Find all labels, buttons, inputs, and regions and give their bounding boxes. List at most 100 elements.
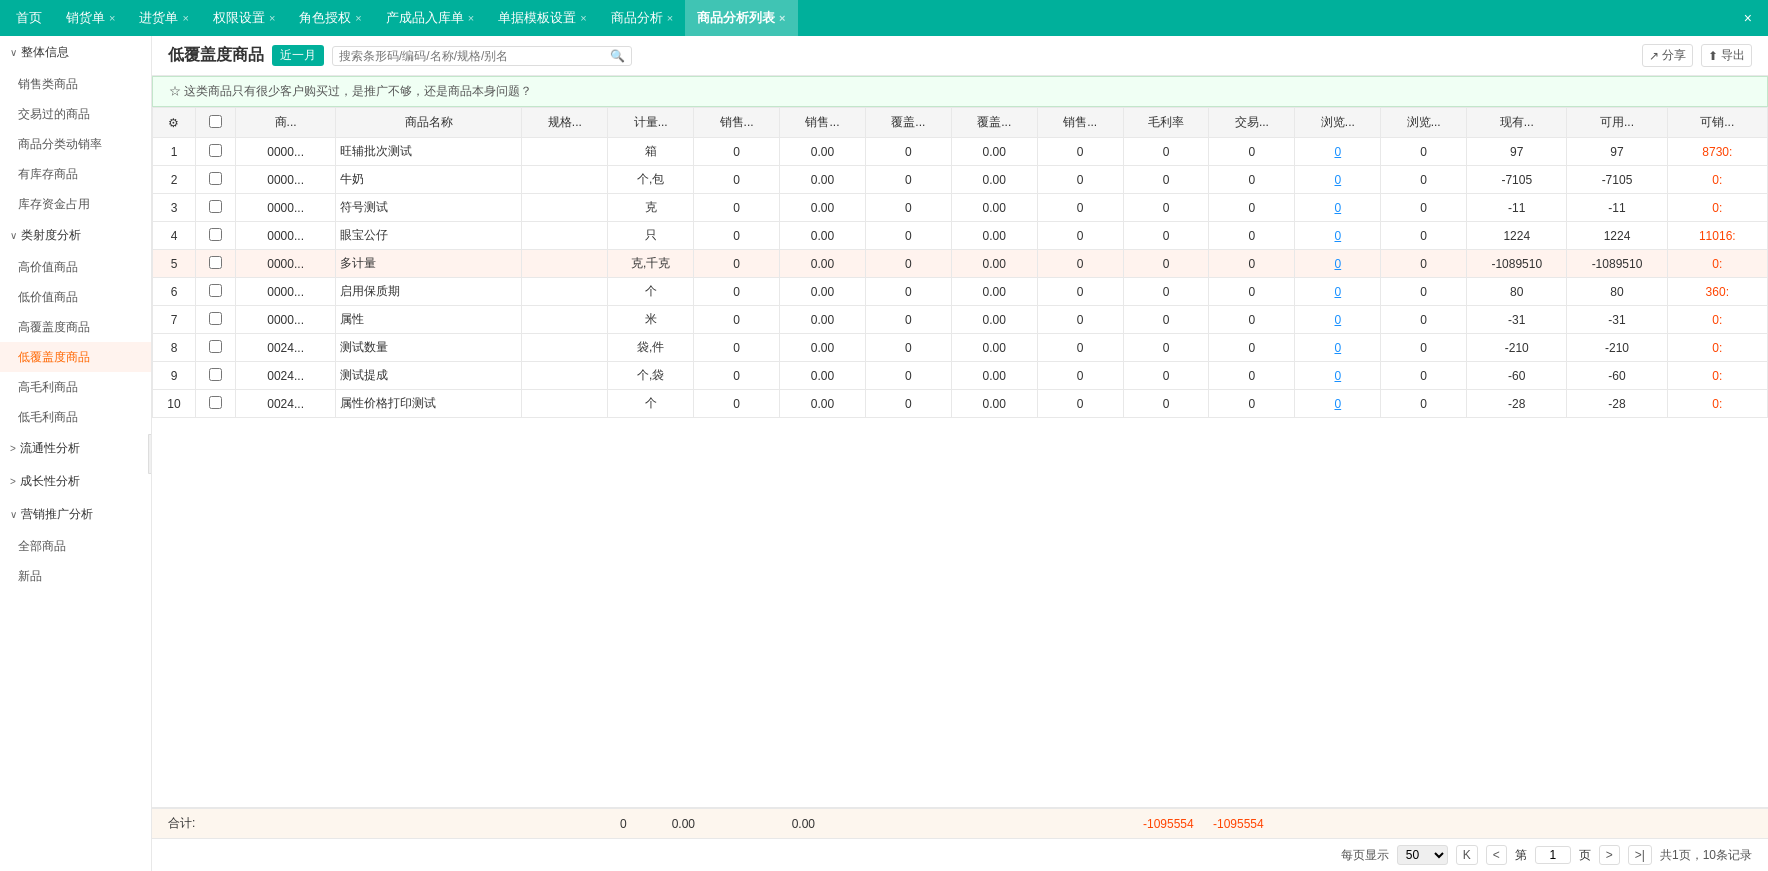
page-number-input[interactable] (1535, 846, 1571, 864)
row-trade: 0 (1209, 222, 1295, 250)
sidebar-item-low-coverage[interactable]: 低覆盖度商品 (0, 342, 151, 372)
tab-template[interactable]: 单据模板设置 × (486, 0, 598, 36)
row-checkbox[interactable] (195, 334, 235, 362)
col-stock2[interactable]: 可用... (1567, 108, 1667, 138)
sidebar-item-low-profit[interactable]: 低毛利商品 (0, 402, 151, 432)
tab-purchase-order[interactable]: 进货单 × (127, 0, 200, 36)
row-checkbox[interactable] (195, 194, 235, 222)
tab-role-auth[interactable]: 角色授权 × (287, 0, 373, 36)
sidebar-section-marketing[interactable]: ∨ 营销推广分析 (0, 498, 151, 531)
tab-home[interactable]: 首页 (4, 0, 54, 36)
browse1-link[interactable]: 0 (1334, 341, 1341, 355)
row-checkbox[interactable] (195, 166, 235, 194)
row-unit: 个 (608, 390, 694, 418)
row-checkbox[interactable] (195, 138, 235, 166)
browse1-link[interactable]: 0 (1334, 369, 1341, 383)
prev-page-btn[interactable]: < (1486, 845, 1507, 865)
last-page-btn[interactable]: >| (1628, 845, 1652, 865)
row-name: 多计量 (336, 250, 522, 278)
row-sales1: 0 (694, 306, 780, 334)
row-checkbox[interactable] (195, 278, 235, 306)
sidebar-section-growth[interactable]: > 成长性分析 (0, 465, 151, 498)
row-stock3: 0: (1667, 390, 1767, 418)
browse1-link[interactable]: 0 (1334, 313, 1341, 327)
export-button[interactable]: ⬆ 导出 (1701, 44, 1752, 67)
col-unit[interactable]: 计量... (608, 108, 694, 138)
row-checkbox[interactable] (195, 362, 235, 390)
sidebar-item-new-goods[interactable]: 新品 (0, 561, 151, 591)
col-cover2[interactable]: 覆盖... (951, 108, 1037, 138)
col-sales1[interactable]: 销售... (694, 108, 780, 138)
row-stock2: -7105 (1567, 166, 1667, 194)
col-sales3[interactable]: 销售... (1037, 108, 1123, 138)
browse1-link[interactable]: 0 (1334, 285, 1341, 299)
tab-permission-close[interactable]: × (269, 12, 275, 24)
row-code: 0024... (236, 362, 336, 390)
browse1-link[interactable]: 0 (1334, 397, 1341, 411)
row-cover1: 0 (865, 334, 951, 362)
row-checkbox[interactable] (195, 250, 235, 278)
next-page-btn[interactable]: > (1599, 845, 1620, 865)
window-close-btn[interactable]: × (1732, 10, 1764, 26)
col-cover1[interactable]: 覆盖... (865, 108, 951, 138)
sidebar-item-high-coverage[interactable]: 高覆盖度商品 (0, 312, 151, 342)
sidebar-item-traded-goods[interactable]: 交易过的商品 (0, 99, 151, 129)
first-page-btn[interactable]: K (1456, 845, 1478, 865)
page-size-select[interactable]: 50 100 200 (1397, 845, 1448, 865)
row-sales1: 0 (694, 194, 780, 222)
tab-template-close[interactable]: × (580, 12, 586, 24)
tab-purchase-close[interactable]: × (182, 12, 188, 24)
row-name: 测试数量 (336, 334, 522, 362)
sidebar-item-high-value[interactable]: 高价值商品 (0, 252, 151, 282)
row-checkbox[interactable] (195, 306, 235, 334)
row-cover1: 0 (865, 306, 951, 334)
col-trade[interactable]: 交易... (1209, 108, 1295, 138)
tab-product-analysis[interactable]: 商品分析 × (599, 0, 685, 36)
col-code[interactable]: 商... (236, 108, 336, 138)
browse1-link[interactable]: 0 (1334, 229, 1341, 243)
sidebar-item-stocked-goods[interactable]: 有库存商品 (0, 159, 151, 189)
share-button[interactable]: ↗ 分享 (1642, 44, 1693, 67)
sidebar-section-flow[interactable]: > 流通性分析 (0, 432, 151, 465)
browse1-link[interactable]: 0 (1334, 173, 1341, 187)
col-stock3[interactable]: 可销... (1667, 108, 1767, 138)
col-name[interactable]: 商品名称 (336, 108, 522, 138)
col-spec[interactable]: 规格... (522, 108, 608, 138)
row-checkbox[interactable] (195, 222, 235, 250)
sidebar-section-coverage[interactable]: ∨ 类射度分析 (0, 219, 151, 252)
search-input[interactable] (339, 49, 610, 63)
tab-role-auth-close[interactable]: × (355, 12, 361, 24)
tab-sales-order[interactable]: 销货单 × (54, 0, 127, 36)
tab-product-analysis-list[interactable]: 商品分析列表 × (685, 0, 797, 36)
tab-product-entry[interactable]: 产成品入库单 × (374, 0, 486, 36)
col-stock1[interactable]: 现有... (1467, 108, 1567, 138)
sidebar-item-low-value[interactable]: 低价值商品 (0, 282, 151, 312)
tab-sales-order-close[interactable]: × (109, 12, 115, 24)
sidebar-section-overall[interactable]: ∨ 整体信息 (0, 36, 151, 69)
sidebar-item-category-rate[interactable]: 商品分类动销率 (0, 129, 151, 159)
page-label: 第 (1515, 847, 1527, 864)
tab-product-entry-close[interactable]: × (468, 12, 474, 24)
sidebar-item-high-profit[interactable]: 高毛利商品 (0, 372, 151, 402)
tab-product-analysis-close[interactable]: × (667, 12, 673, 24)
col-browse1[interactable]: 浏览... (1295, 108, 1381, 138)
sidebar-item-sales-goods[interactable]: 销售类商品 (0, 69, 151, 99)
browse1-link[interactable]: 0 (1334, 145, 1341, 159)
col-sales2[interactable]: 销售... (780, 108, 866, 138)
select-all-checkbox[interactable] (209, 115, 222, 128)
tab-product-analysis-list-close[interactable]: × (779, 12, 785, 24)
col-browse2[interactable]: 浏览... (1381, 108, 1467, 138)
col-profit[interactable]: 毛利率 (1123, 108, 1209, 138)
sidebar-item-stock-funds[interactable]: 库存资金占用 (0, 189, 151, 219)
period-button[interactable]: 近一月 (272, 45, 324, 66)
row-stock3: 360: (1667, 278, 1767, 306)
browse1-link[interactable]: 0 (1334, 257, 1341, 271)
col-settings[interactable]: ⚙ (153, 108, 196, 138)
row-no: 1 (153, 138, 196, 166)
row-code: 0000... (236, 194, 336, 222)
row-checkbox[interactable] (195, 390, 235, 418)
col-checkbox[interactable] (195, 108, 235, 138)
browse1-link[interactable]: 0 (1334, 201, 1341, 215)
tab-permission[interactable]: 权限设置 × (201, 0, 287, 36)
sidebar-item-all-goods[interactable]: 全部商品 (0, 531, 151, 561)
